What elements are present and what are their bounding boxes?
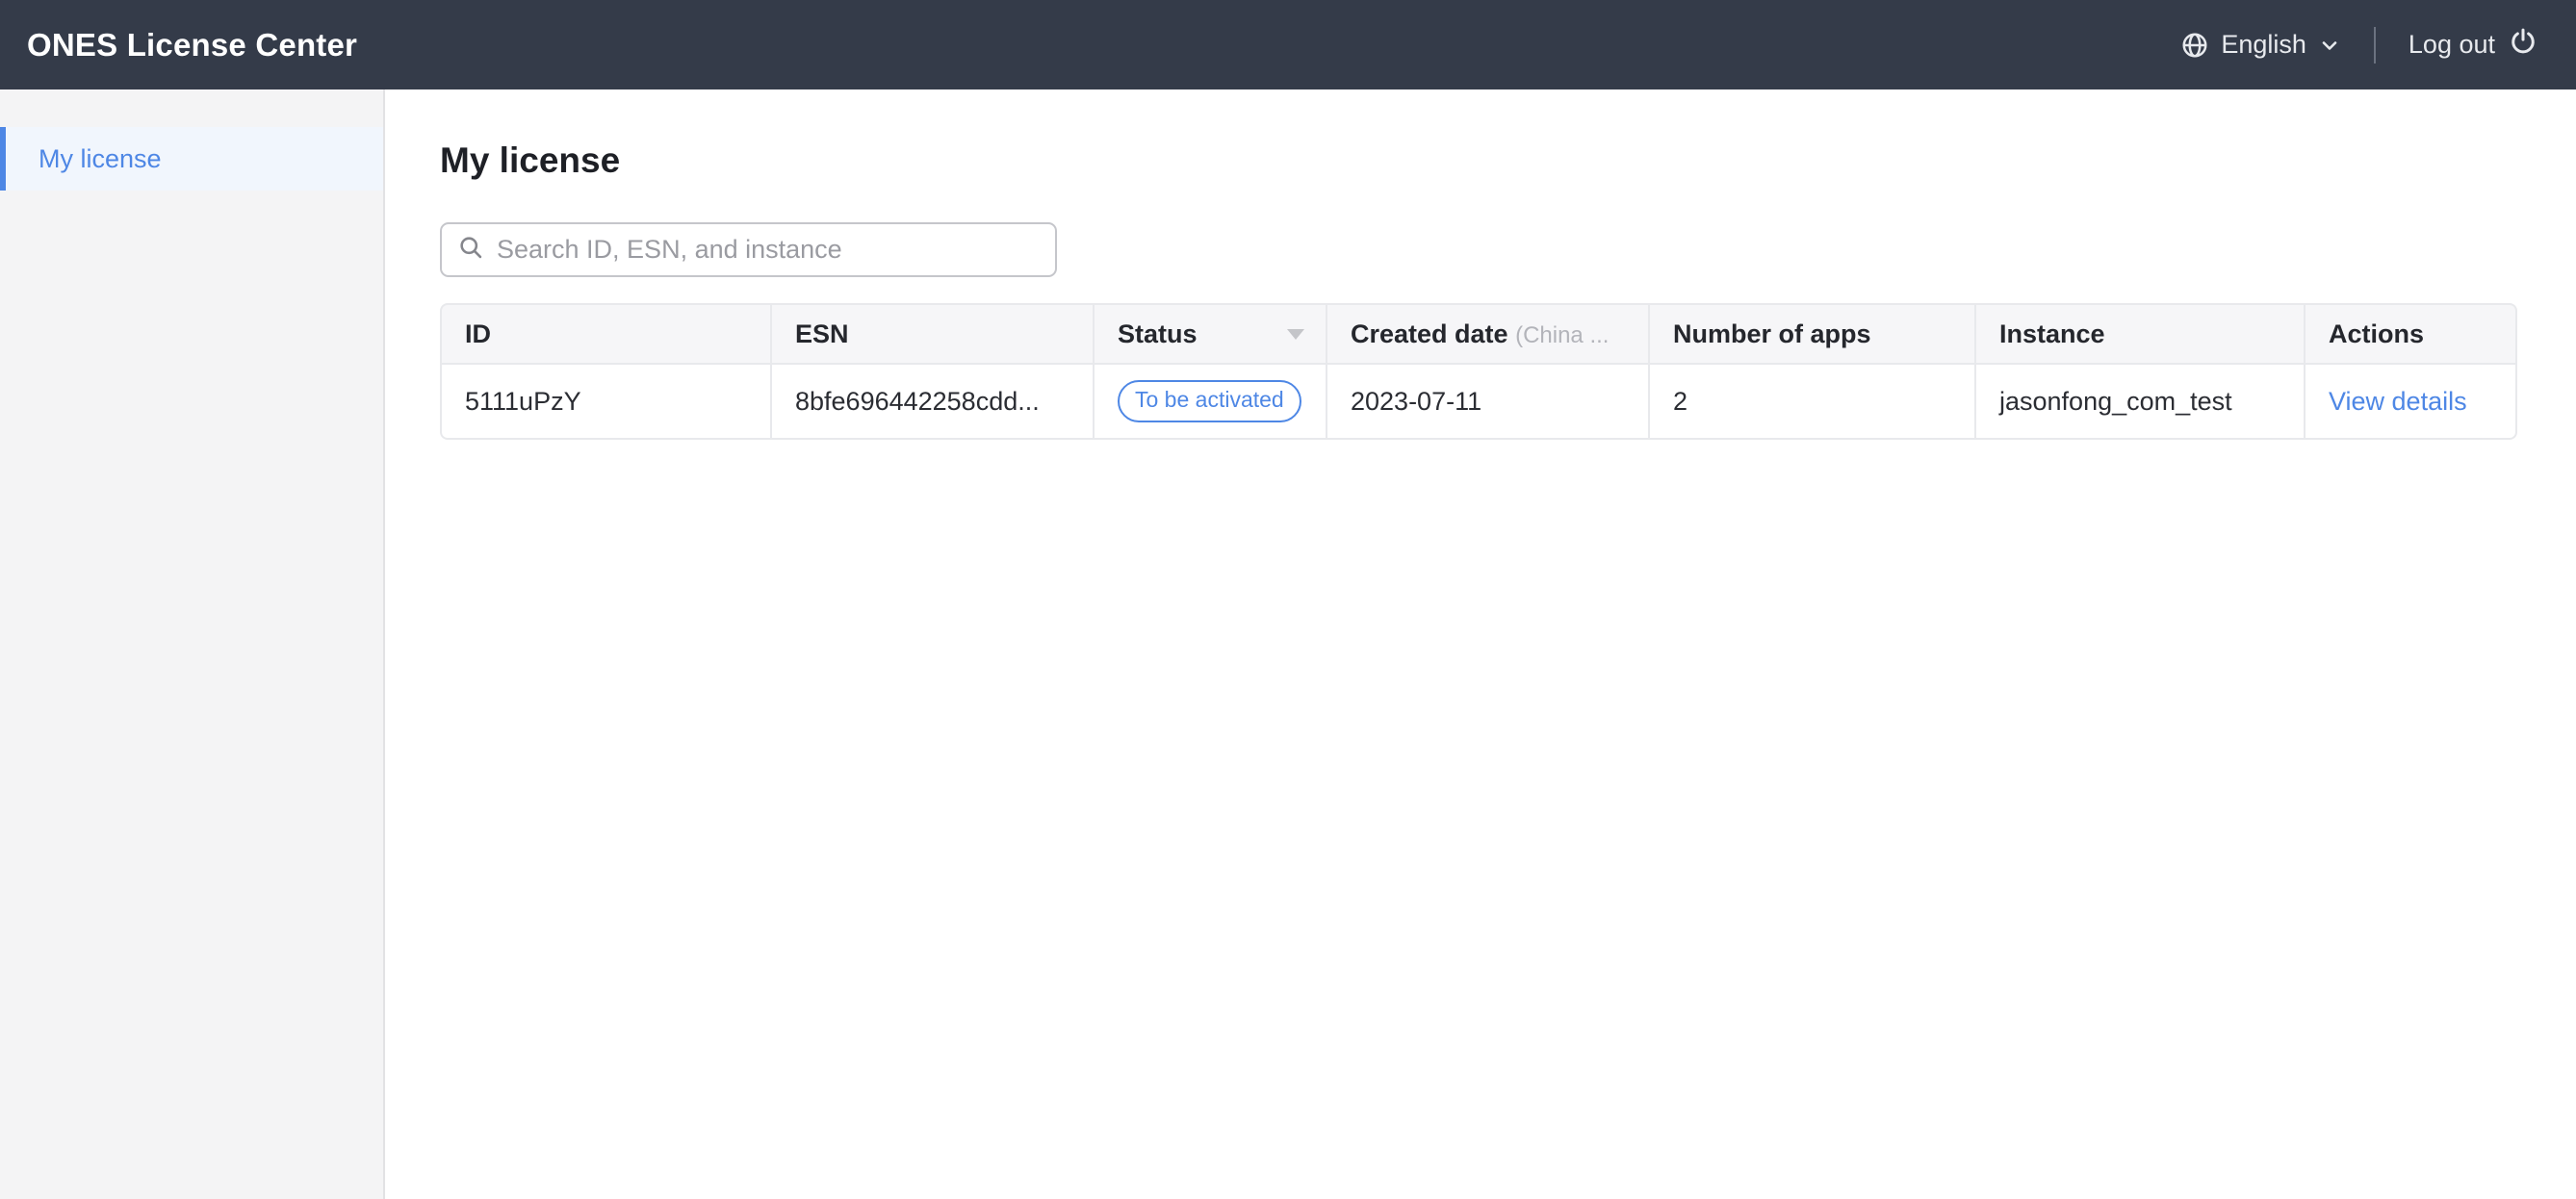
top-bar: ONES License Center English Log out <box>0 0 2576 89</box>
search-input[interactable] <box>497 235 1040 265</box>
view-details-link[interactable]: View details <box>2329 387 2467 416</box>
logout-label: Log out <box>2408 30 2495 59</box>
column-header-esn: ESN <box>772 303 1095 365</box>
license-table: ID ESN Status Created date (China ... Nu… <box>440 303 2517 440</box>
status-filter-caret-icon[interactable] <box>1287 329 1304 340</box>
column-header-status[interactable]: Status <box>1095 303 1327 365</box>
page-title: My license <box>440 140 621 180</box>
content-layout: My license My license Search ID, ESN, an… <box>0 89 2576 1199</box>
app-title: ONES License Center <box>27 26 358 63</box>
cell-status: To be activated <box>1095 365 1327 440</box>
cell-number-of-apps: 2 <box>1650 365 1976 440</box>
main-content: My license Search ID, ESN, and instance … <box>385 89 2576 1199</box>
cell-actions: View details <box>2306 365 2517 440</box>
cell-instance: jasonfong_com_test <box>1976 365 2306 440</box>
search-icon <box>457 234 497 266</box>
table-header-row: ID ESN Status Created date (China ... Nu… <box>440 303 2517 365</box>
topbar-actions: English Log out <box>2180 26 2537 64</box>
language-label: English <box>2221 30 2306 59</box>
status-badge: To be activated <box>1118 380 1301 422</box>
cell-id: 5111uPzY <box>440 365 772 440</box>
column-header-created-date: Created date (China ... <box>1327 303 1650 365</box>
topbar-divider <box>2373 26 2376 64</box>
cell-created-date: 2023-07-11 <box>1327 365 1650 440</box>
column-header-actions: Actions <box>2306 303 2517 365</box>
power-icon <box>2509 27 2537 63</box>
search-box <box>440 222 1057 277</box>
created-date-timezone-note: (China ... <box>1515 321 1610 348</box>
column-header-number-of-apps: Number of apps <box>1650 303 1976 365</box>
table-row: 5111uPzY 8bfe696442258cdd... To be activ… <box>440 365 2517 440</box>
sidebar: My license <box>0 89 385 1199</box>
language-selector[interactable]: English <box>2180 30 2341 60</box>
logout-button[interactable]: Log out <box>2409 27 2537 63</box>
chevron-down-icon <box>2318 34 2341 57</box>
sidebar-item-my-license[interactable]: My license <box>0 127 383 191</box>
cell-esn: 8bfe696442258cdd... <box>772 365 1095 440</box>
globe-icon <box>2180 31 2209 60</box>
column-header-instance: Instance <box>1976 303 2306 365</box>
sidebar-item-label: My license <box>39 143 162 173</box>
column-header-id: ID <box>440 303 772 365</box>
